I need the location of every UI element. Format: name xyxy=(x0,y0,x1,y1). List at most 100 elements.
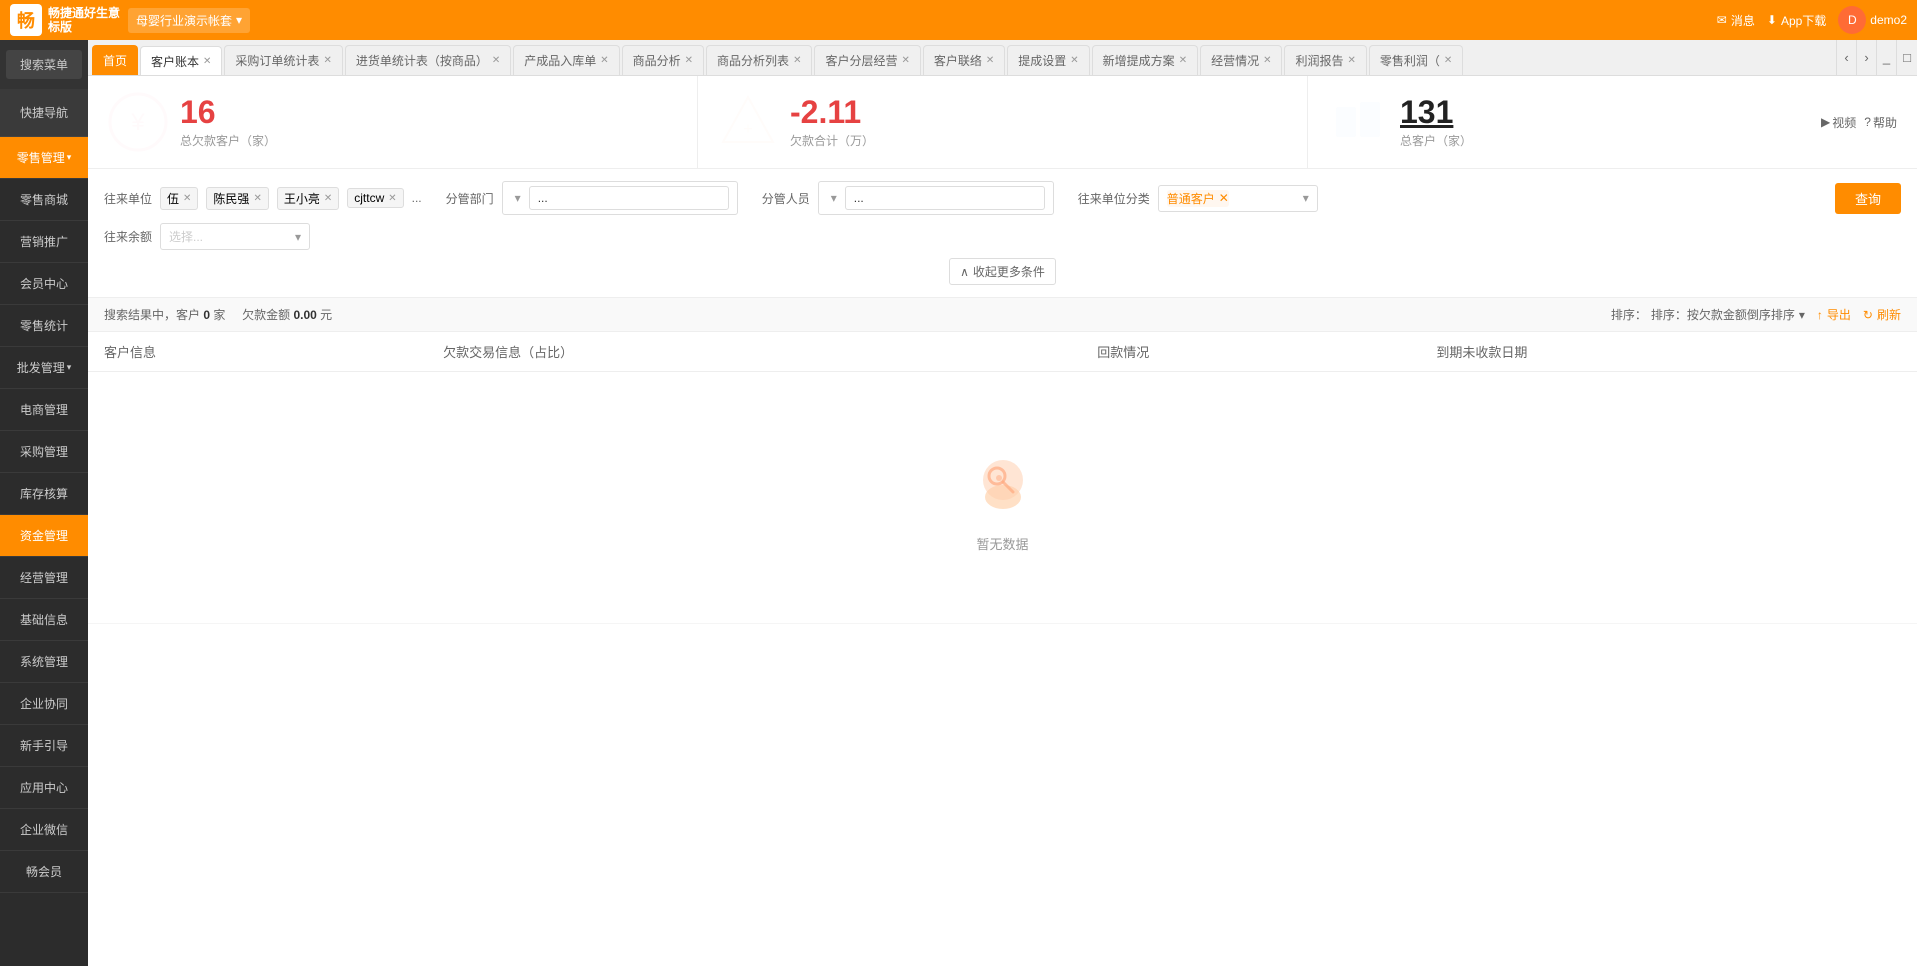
filter-tag-wang: 王小亮 ✕ xyxy=(277,187,339,210)
stat-value-1: 16 xyxy=(180,96,276,128)
sidebar-item-batch-mgmt[interactable]: 批发管理 ▾ xyxy=(0,347,88,389)
sidebar-item-purchase[interactable]: 采购管理 xyxy=(0,431,88,473)
tab-maximize[interactable]: □ xyxy=(1897,40,1917,76)
sidebar-item-retail-mall[interactable]: 零售商城 xyxy=(0,179,88,221)
tab-close-cost-stock[interactable]: ✕ xyxy=(600,55,608,66)
tab-close-product-analysis[interactable]: ✕ xyxy=(685,55,693,66)
category-arrow-icon: ▾ xyxy=(1303,191,1309,205)
tab-customer-tier[interactable]: 客户分层经营 ✕ xyxy=(814,45,920,75)
remove-tag-wu[interactable]: ✕ xyxy=(183,193,191,204)
quick-nav-area: 快捷导航 xyxy=(0,89,88,137)
query-button[interactable]: 查询 xyxy=(1835,183,1901,214)
app-download-button[interactable]: ⬇ App下载 xyxy=(1767,12,1826,29)
remove-category-tag[interactable]: ✕ xyxy=(1219,191,1229,205)
search-menu-button[interactable]: 搜索菜单 xyxy=(6,50,82,79)
refresh-icon: ↻ xyxy=(1863,308,1873,322)
tab-scroll-left[interactable]: ‹ xyxy=(1837,40,1857,76)
refresh-button[interactable]: ↻ 刷新 xyxy=(1863,306,1901,323)
tab-home[interactable]: 首页 xyxy=(92,45,138,75)
tab-close-profit[interactable]: ✕ xyxy=(1348,55,1356,66)
sort-label: 排序： xyxy=(1611,306,1647,323)
tab-stock-stats[interactable]: 进货单统计表（按商品） ✕ xyxy=(345,45,511,75)
sidebar-item-marketing[interactable]: 营销推广 xyxy=(0,221,88,263)
dept-select[interactable]: ▾ ... xyxy=(502,181,738,215)
remove-tag-cjttcw[interactable]: ✕ xyxy=(388,193,396,204)
quick-nav-button[interactable]: 快捷导航 xyxy=(6,99,82,126)
sidebar-item-basic-info[interactable]: 基础信息 xyxy=(0,599,88,641)
content-area: 首页 客户账本 ✕ 采购订单统计表 ✕ 进货单统计表（按商品） ✕ xyxy=(88,40,1917,966)
account-dropdown[interactable]: 母婴行业演示帐套 ▾ xyxy=(128,8,250,33)
remove-tag-chen[interactable]: ✕ xyxy=(253,193,261,204)
tab-close-stock-stats[interactable]: ✕ xyxy=(492,55,500,66)
tab-close-ops[interactable]: ✕ xyxy=(1263,55,1271,66)
col-customer-info: 客户信息 xyxy=(88,332,427,372)
dept-more-icon[interactable]: ... xyxy=(529,186,729,210)
tab-tips-settings[interactable]: 提成设置 ✕ xyxy=(1007,45,1089,75)
balance-filter-label: 往来余额 xyxy=(104,228,152,245)
tab-close-purchase-order[interactable]: ✕ xyxy=(323,55,331,66)
stat-label-1: 总欠款客户（家） xyxy=(180,132,276,149)
tab-cost-stock[interactable]: 产成品入库单 ✕ xyxy=(513,45,619,75)
sidebar-item-sys-mgmt[interactable]: 系统管理 xyxy=(0,641,88,683)
tab-profit-report[interactable]: 利润报告 ✕ xyxy=(1284,45,1366,75)
tab-close-customer-ledger[interactable]: ✕ xyxy=(203,56,211,67)
remove-tag-wang[interactable]: ✕ xyxy=(324,193,332,204)
help-button[interactable]: ? 帮助 xyxy=(1864,114,1897,131)
tab-new-tips-plan[interactable]: 新增提成方案 ✕ xyxy=(1092,45,1198,75)
category-select[interactable]: 普通客户 ✕ ▾ xyxy=(1158,185,1318,212)
message-button[interactable]: ✉ 消息 xyxy=(1717,12,1755,29)
person-select[interactable]: ▾ ... xyxy=(818,181,1054,215)
sidebar-item-inventory[interactable]: 库存核算 xyxy=(0,473,88,515)
tab-close-new-tips-plan[interactable]: ✕ xyxy=(1179,55,1187,66)
video-help-button[interactable]: ▶ 视频 xyxy=(1821,114,1856,131)
sidebar-item-new-guide[interactable]: 新手引导 xyxy=(0,725,88,767)
tab-minimize[interactable]: _ xyxy=(1877,40,1897,76)
logo-text: 畅捷通好生意 标版 xyxy=(48,6,120,35)
empty-row: 暂无数据 xyxy=(88,372,1917,624)
sidebar-item-ops-mgmt[interactable]: 经营管理 xyxy=(0,557,88,599)
sidebar-search-area: 搜索菜单 xyxy=(0,40,88,89)
col-overdue-date: 到期未收款日期 xyxy=(1420,332,1917,372)
export-button[interactable]: ↑ 导出 xyxy=(1817,306,1851,323)
download-icon: ⬇ xyxy=(1767,13,1777,27)
tab-close-customer-contact[interactable]: ✕ xyxy=(986,55,994,66)
avatar: D xyxy=(1838,6,1866,34)
sidebar-item-enterprise-wechat[interactable]: 企业微信 xyxy=(0,809,88,851)
stat-label-3: 总客户（家） xyxy=(1400,132,1472,149)
sidebar-item-app-center[interactable]: 应用中心 xyxy=(0,767,88,809)
stat-card-3: 131 总客户（家） ▶ 视频 ? 帮助 xyxy=(1308,76,1917,168)
sidebar-item-member-center[interactable]: 会员中心 xyxy=(0,263,88,305)
tab-scroll-right[interactable]: › xyxy=(1857,40,1877,76)
tab-close-tips-settings[interactable]: ✕ xyxy=(1070,55,1078,66)
tab-ops-situation[interactable]: 经营情况 ✕ xyxy=(1200,45,1282,75)
tab-customer-ledger[interactable]: 客户账本 ✕ xyxy=(140,46,222,75)
empty-text: 暂无数据 xyxy=(976,534,1028,553)
sidebar-item-finance[interactable]: 资金管理 xyxy=(0,515,88,557)
tab-purchase-order-stats[interactable]: 采购订单统计表 ✕ xyxy=(224,45,342,75)
stat-content-1: 16 总欠款客户（家） xyxy=(180,96,276,149)
user-menu[interactable]: D demo2 xyxy=(1838,6,1907,34)
filter-tag-chen: 陈民强 ✕ xyxy=(206,187,268,210)
dept-filter-label: 分管部门 xyxy=(446,190,494,207)
tab-close-product-analysis-list[interactable]: ✕ xyxy=(793,55,801,66)
filter-row-1: 往来单位 伍 ✕ 陈民强 ✕ 王小亮 ✕ xyxy=(104,181,1901,215)
tab-retail-profit[interactable]: 零售利润（ ✕ xyxy=(1369,45,1463,75)
data-table: 客户信息 欠款交易信息（占比） 回款情况 到期未收款日期 xyxy=(88,332,1917,624)
filter-area: 往来单位 伍 ✕ 陈民强 ✕ 王小亮 ✕ xyxy=(88,169,1917,298)
tab-close-customer-tier[interactable]: ✕ xyxy=(901,55,909,66)
collapse-filter-button[interactable]: ∧ 收起更多条件 xyxy=(949,258,1056,285)
sort-select[interactable]: 排序： 排序：按欠款金额倒序排序 ▾ xyxy=(1611,306,1805,323)
filter-more-tags[interactable]: ... xyxy=(412,191,422,205)
filter-tag-wu: 伍 ✕ xyxy=(160,187,198,210)
tab-customer-contact[interactable]: 客户联络 ✕ xyxy=(923,45,1005,75)
sidebar-item-enterprise-coop[interactable]: 企业协同 xyxy=(0,683,88,725)
tab-product-analysis-list[interactable]: 商品分析列表 ✕ xyxy=(706,45,812,75)
sidebar-item-retail-stats[interactable]: 零售统计 xyxy=(0,305,88,347)
tab-product-analysis[interactable]: 商品分析 ✕ xyxy=(622,45,704,75)
person-more-icon[interactable]: ... xyxy=(845,186,1045,210)
sidebar-item-ecommerce[interactable]: 电商管理 xyxy=(0,389,88,431)
sidebar-item-vip-member[interactable]: 畅会员 xyxy=(0,851,88,893)
tab-close-retail-profit[interactable]: ✕ xyxy=(1444,55,1452,66)
sidebar-item-retail-mgmt[interactable]: 零售管理 ▾ xyxy=(0,137,88,179)
balance-select[interactable]: 选择... ▾ xyxy=(160,223,310,250)
